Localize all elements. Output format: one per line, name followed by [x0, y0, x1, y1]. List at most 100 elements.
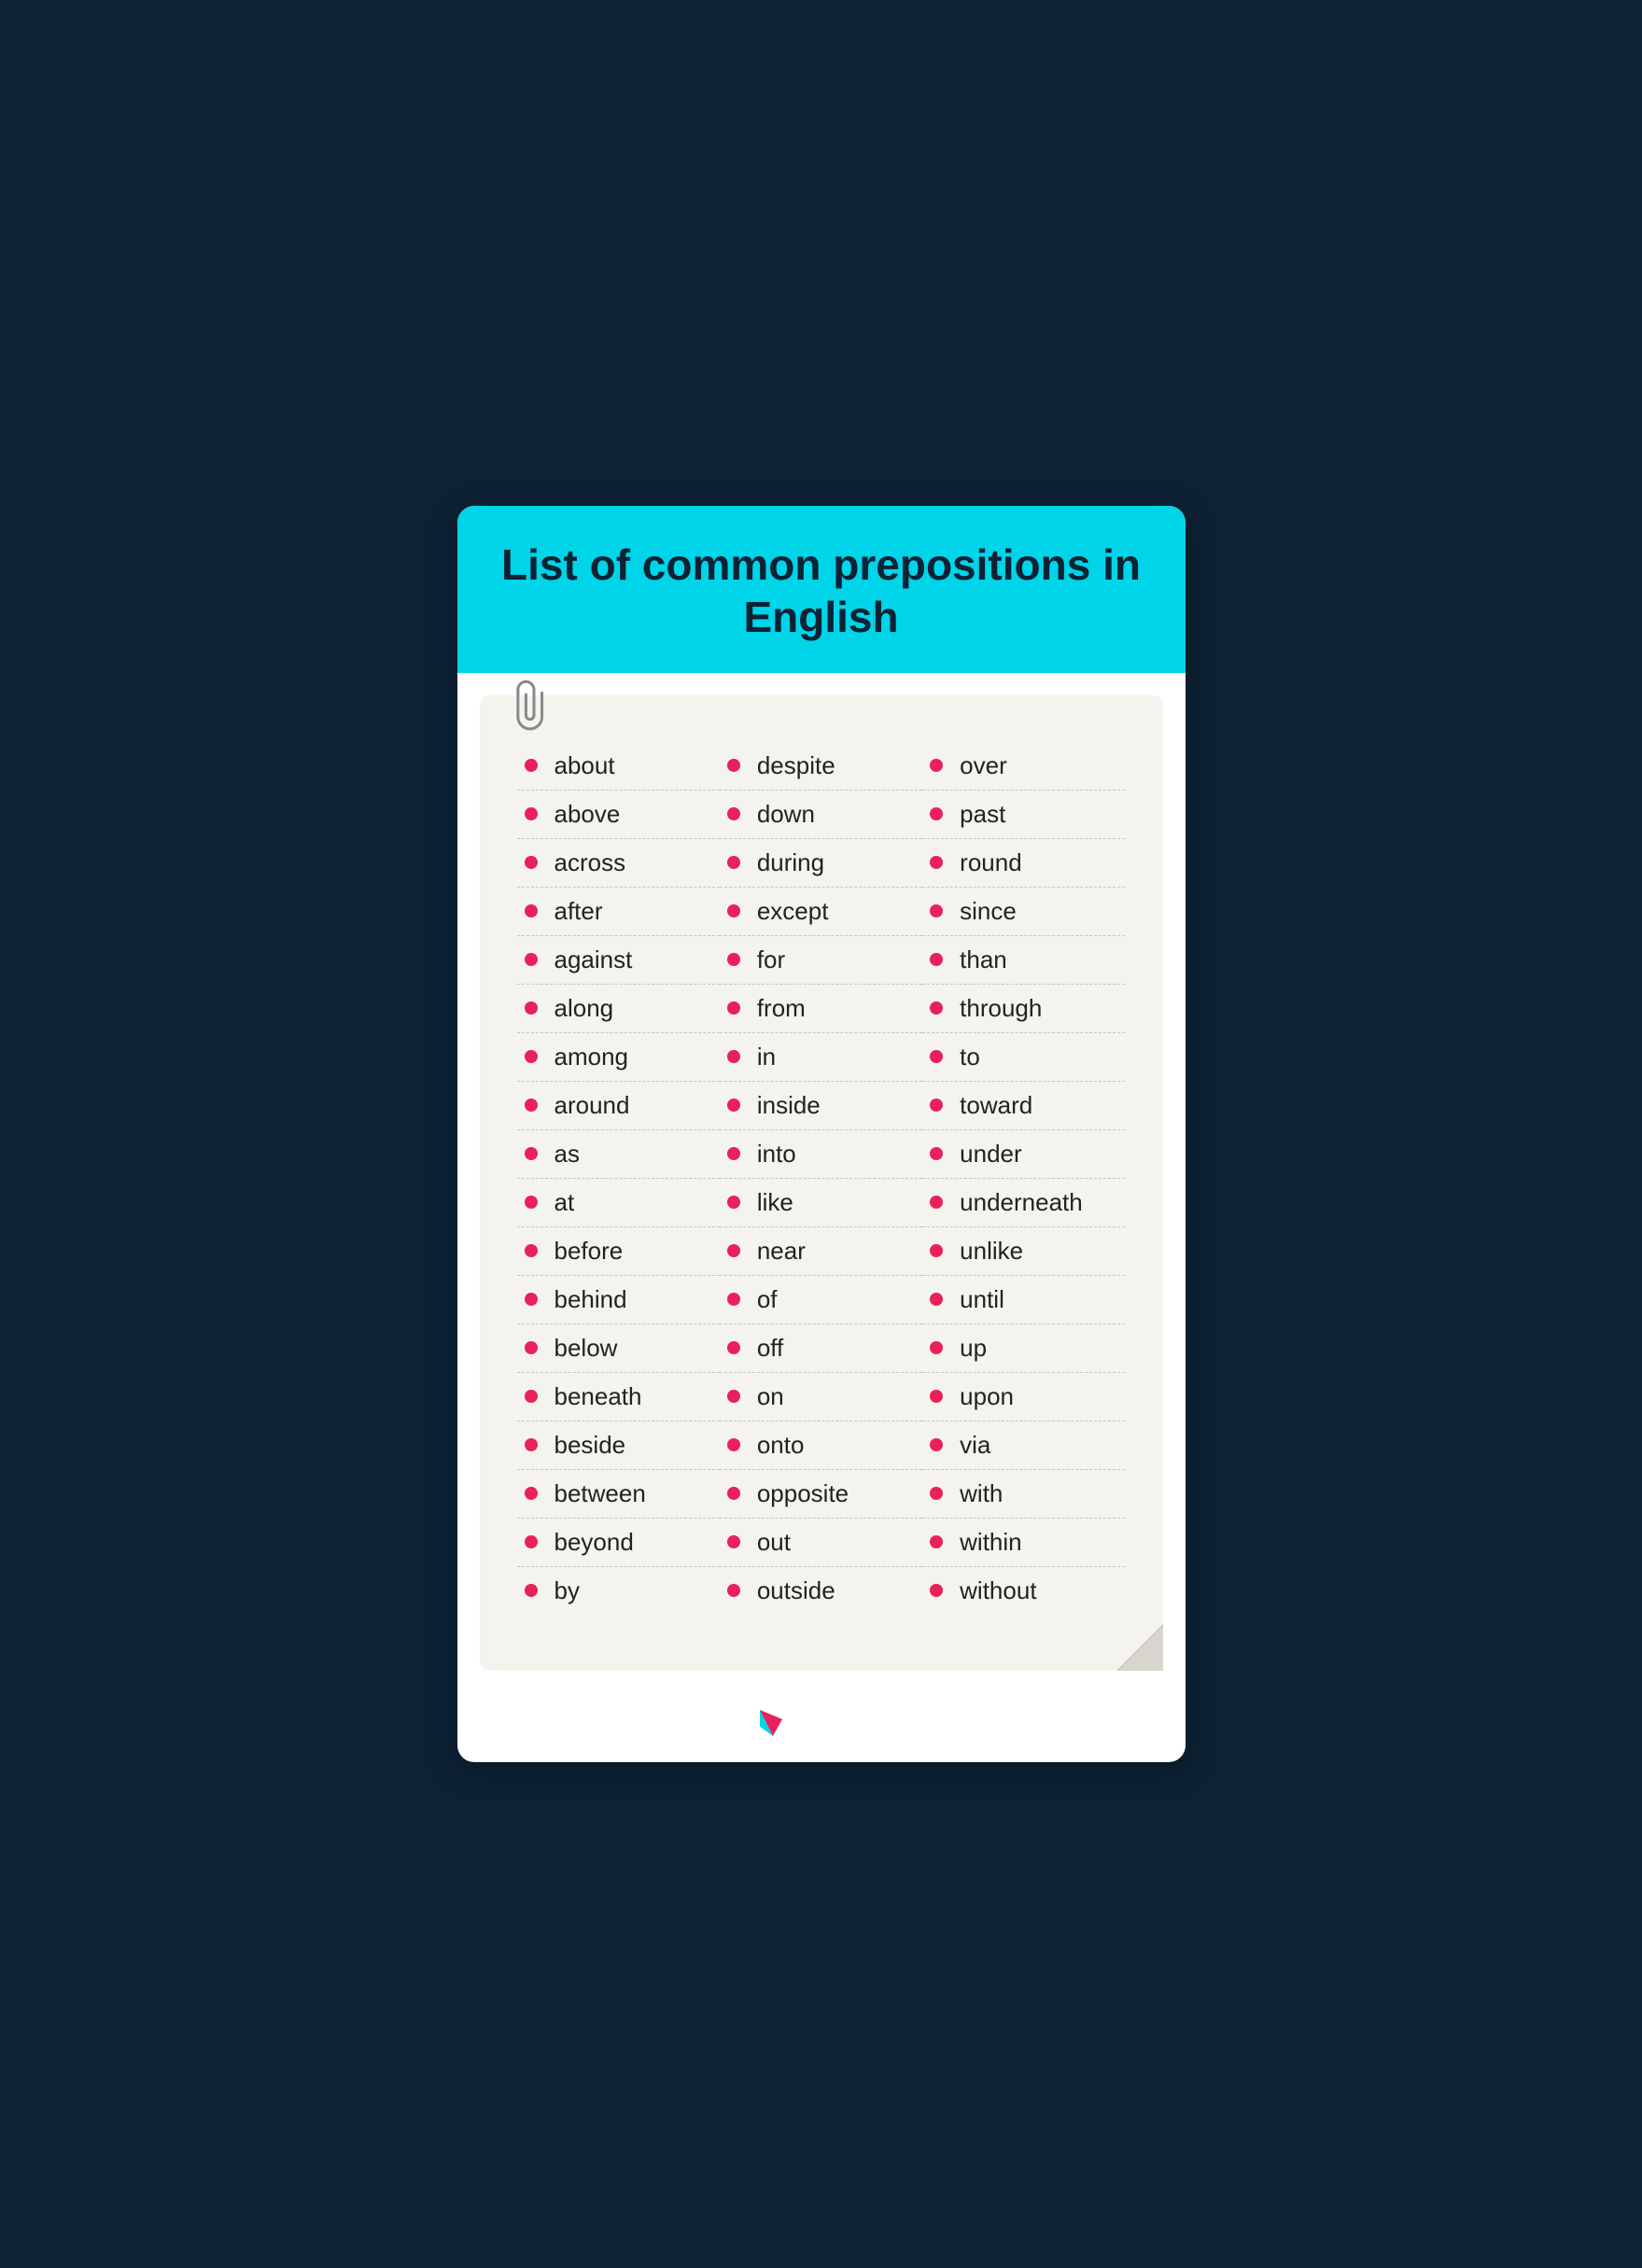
- bullet-dot: [727, 1438, 740, 1451]
- list-item: during: [720, 839, 922, 888]
- preposition-word: over: [960, 751, 1007, 780]
- list-item: in: [720, 1033, 922, 1082]
- bullet-dot: [525, 1244, 538, 1257]
- preposition-word: since: [960, 897, 1017, 926]
- list-item: beside: [517, 1421, 720, 1470]
- bullet-dot: [930, 1341, 943, 1354]
- bullet-dot: [930, 1390, 943, 1403]
- list-item: out: [720, 1519, 922, 1567]
- bullet-dot: [727, 856, 740, 869]
- column-3: overpastroundsincethanthroughtotowardund…: [922, 742, 1125, 1615]
- bullet-dot: [727, 1535, 740, 1548]
- bullet-dot: [525, 1584, 538, 1597]
- preposition-word: up: [960, 1334, 987, 1363]
- list-item: at: [517, 1179, 720, 1227]
- preposition-word: from: [757, 994, 806, 1023]
- list-item: below: [517, 1324, 720, 1373]
- list-item: along: [517, 985, 720, 1033]
- preposition-word: unlike: [960, 1237, 1023, 1266]
- list-item: upon: [922, 1373, 1125, 1421]
- bullet-dot: [727, 1390, 740, 1403]
- list-item: down: [720, 791, 922, 839]
- bullet-dot: [930, 1535, 943, 1548]
- bullet-dot: [930, 1196, 943, 1209]
- list-item: across: [517, 839, 720, 888]
- list-item: against: [517, 936, 720, 985]
- bullet-dot: [930, 1584, 943, 1597]
- bullet-dot: [727, 1099, 740, 1112]
- bullet-dot: [727, 904, 740, 917]
- bullet-dot: [525, 1535, 538, 1548]
- bullet-dot: [525, 1147, 538, 1160]
- preposition-word: through: [960, 994, 1042, 1023]
- bullet-dot: [727, 1147, 740, 1160]
- bullet-dot: [525, 856, 538, 869]
- preposition-word: on: [757, 1382, 784, 1411]
- bullet-dot: [727, 1001, 740, 1015]
- preposition-word: like: [757, 1188, 793, 1217]
- card-header: List of common prepositions in English: [457, 506, 1186, 672]
- bullet-dot: [525, 1487, 538, 1500]
- list-item: around: [517, 1082, 720, 1130]
- list-item: between: [517, 1470, 720, 1519]
- preposition-word: beside: [554, 1431, 626, 1460]
- list-item: through: [922, 985, 1125, 1033]
- list-item: by: [517, 1567, 720, 1615]
- card-footer: preply: [457, 1689, 1186, 1762]
- preposition-word: in: [757, 1043, 776, 1071]
- bullet-dot: [727, 1244, 740, 1257]
- preposition-word: about: [554, 751, 615, 780]
- bullet-dot: [727, 1293, 740, 1306]
- preposition-word: along: [554, 994, 614, 1023]
- list-item: underneath: [922, 1179, 1125, 1227]
- list-item: round: [922, 839, 1125, 888]
- preposition-word: outside: [757, 1576, 835, 1605]
- bullet-dot: [525, 807, 538, 820]
- card-body: aboutaboveacrossafteragainstalongamongar…: [480, 695, 1163, 1671]
- list-item: under: [922, 1130, 1125, 1179]
- bullet-dot: [930, 856, 943, 869]
- preposition-word: against: [554, 945, 633, 974]
- preposition-word: for: [757, 945, 785, 974]
- main-card: List of common prepositions in English a…: [457, 506, 1186, 1761]
- preposition-word: round: [960, 848, 1022, 877]
- bullet-dot: [727, 1341, 740, 1354]
- list-item: past: [922, 791, 1125, 839]
- preposition-word: across: [554, 848, 626, 877]
- preply-brand-name: preply: [799, 1707, 886, 1739]
- list-item: unlike: [922, 1227, 1125, 1276]
- preposition-word: onto: [757, 1431, 805, 1460]
- list-item: onto: [720, 1421, 922, 1470]
- bullet-dot: [525, 1099, 538, 1112]
- bullet-dot: [930, 759, 943, 772]
- preposition-word: before: [554, 1237, 624, 1266]
- column-1: aboutaboveacrossafteragainstalongamongar…: [517, 742, 720, 1615]
- bullet-dot: [525, 953, 538, 966]
- bullet-dot: [525, 1050, 538, 1063]
- preposition-word: beneath: [554, 1382, 642, 1411]
- preposition-word: upon: [960, 1382, 1014, 1411]
- preposition-word: until: [960, 1285, 1004, 1314]
- preposition-word: beyond: [554, 1528, 634, 1557]
- list-item: than: [922, 936, 1125, 985]
- preposition-word: except: [757, 897, 829, 926]
- bullet-dot: [525, 1341, 538, 1354]
- list-item: near: [720, 1227, 922, 1276]
- bullet-dot: [525, 1001, 538, 1015]
- bullet-dot: [930, 953, 943, 966]
- preposition-word: toward: [960, 1091, 1032, 1120]
- preposition-word: off: [757, 1334, 783, 1363]
- paperclip-icon: [513, 679, 554, 735]
- preposition-word: around: [554, 1091, 630, 1120]
- column-2: despitedownduringexceptforfromininsidein…: [720, 742, 922, 1615]
- bullet-dot: [727, 1050, 740, 1063]
- preposition-word: opposite: [757, 1479, 849, 1508]
- preposition-word: below: [554, 1334, 618, 1363]
- preposition-word: of: [757, 1285, 778, 1314]
- list-item: like: [720, 1179, 922, 1227]
- preposition-word: inside: [757, 1091, 821, 1120]
- list-item: from: [720, 985, 922, 1033]
- list-item: despite: [720, 742, 922, 791]
- list-item: of: [720, 1276, 922, 1324]
- bullet-dot: [930, 807, 943, 820]
